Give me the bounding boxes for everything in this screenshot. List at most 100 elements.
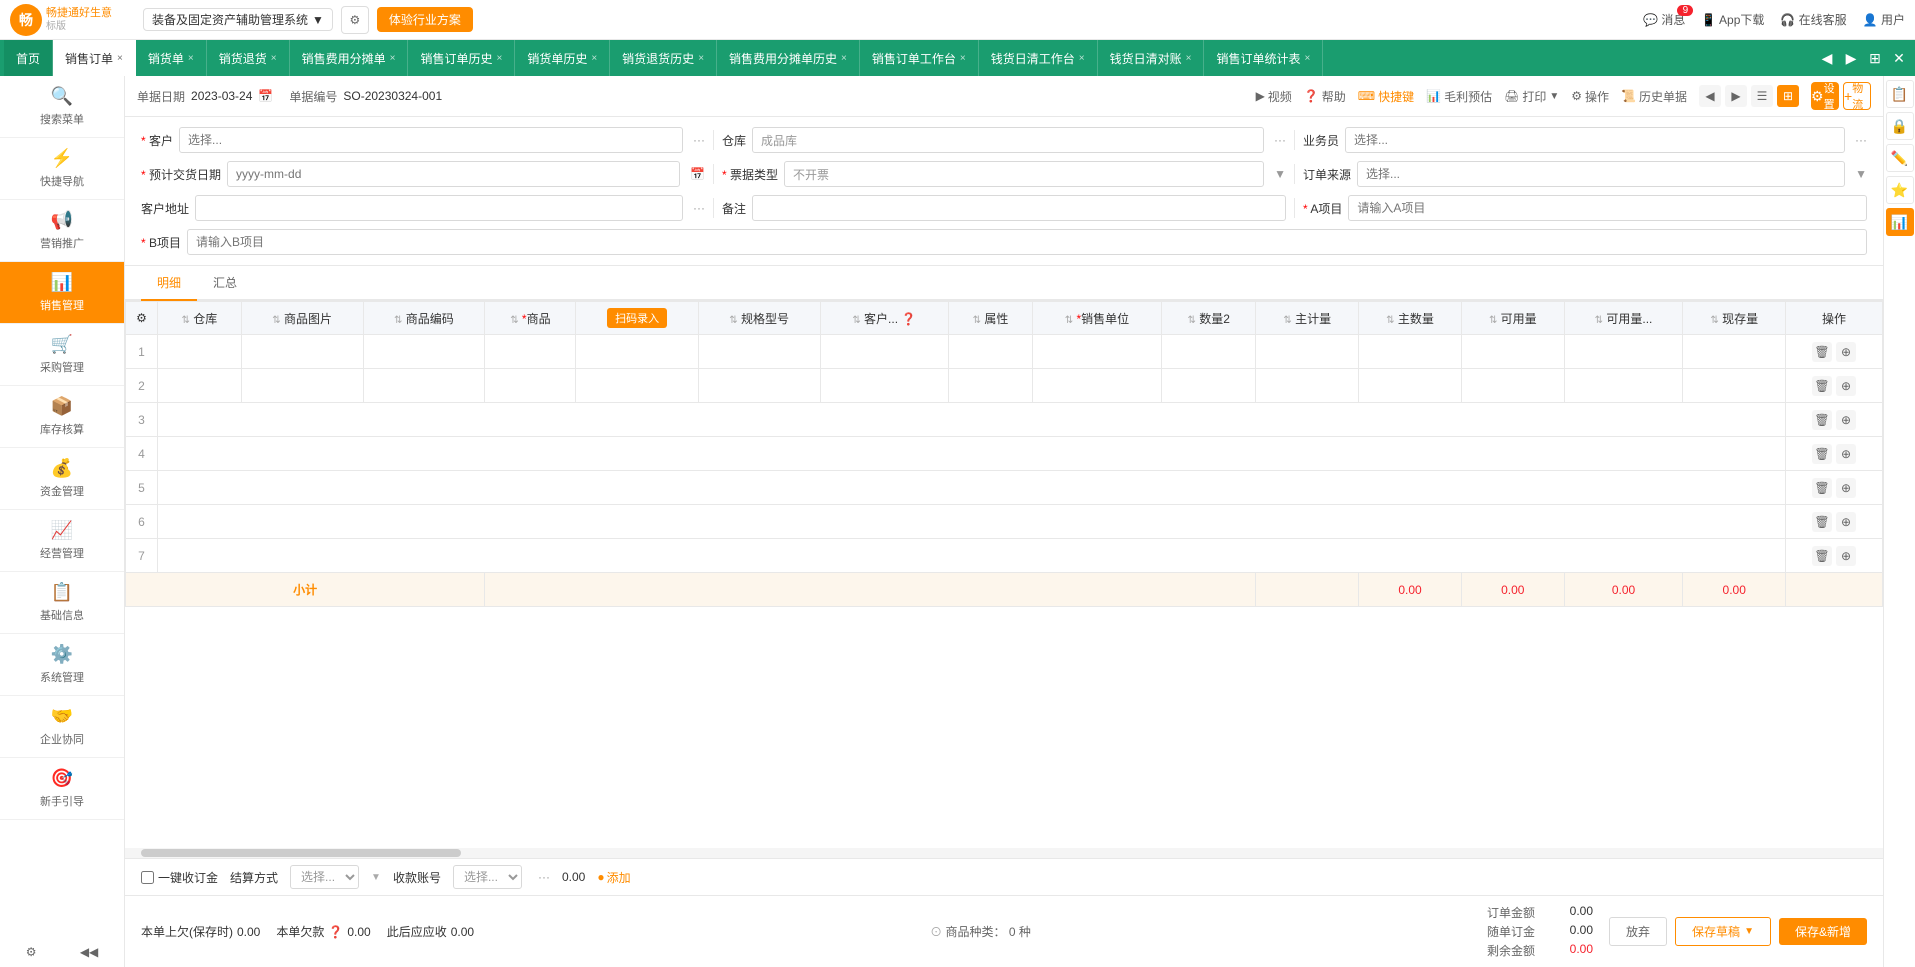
settings-gear-button[interactable]: ⚙: [341, 6, 369, 34]
copy-row-button[interactable]: ⊕: [1836, 478, 1856, 498]
close-icon[interactable]: ×: [496, 53, 502, 64]
chevron-down-icon[interactable]: ▼: [1855, 167, 1867, 181]
tab-daily-workbench[interactable]: 钱货日清工作台 ×: [979, 40, 1098, 76]
salesperson-input[interactable]: [1345, 127, 1845, 153]
sidebar-item-guide[interactable]: 🎯 新手引导: [0, 758, 124, 820]
invoice-type-input[interactable]: [784, 161, 1264, 187]
nav-next-button[interactable]: ▶: [1839, 40, 1863, 76]
row-1-qty2[interactable]: [1162, 335, 1256, 369]
row-1-code[interactable]: [363, 335, 485, 369]
delete-row-button[interactable]: 🗑: [1812, 512, 1832, 532]
delete-row-button[interactable]: 🗑: [1812, 376, 1832, 396]
help-button[interactable]: ❓帮助: [1304, 88, 1346, 105]
online-service-link[interactable]: 🎧 在线客服: [1780, 11, 1846, 28]
salesperson-more-button[interactable]: ···: [1855, 133, 1867, 147]
tab-sales-order-history[interactable]: 销售订单历史 ×: [408, 40, 515, 76]
settings-side-button[interactable]: ⚙ 设置: [1811, 82, 1839, 110]
warehouse-more-button[interactable]: ···: [1274, 133, 1286, 147]
add-payment-button[interactable]: ● 添加: [597, 869, 630, 886]
sidebar-item-inventory[interactable]: 📦 库存核算: [0, 386, 124, 448]
copy-row-button[interactable]: ⊕: [1836, 546, 1856, 566]
row-2-product[interactable]: [485, 369, 576, 403]
grid-view-button[interactable]: ⊞: [1777, 85, 1799, 107]
app-download-link[interactable]: 📱 App下载: [1701, 11, 1764, 28]
copy-row-button[interactable]: ⊕: [1836, 376, 1856, 396]
shortcuts-button[interactable]: ⌨快捷键: [1358, 88, 1414, 105]
save-new-button[interactable]: 保存&新增: [1779, 918, 1867, 945]
next-doc-button[interactable]: ▶: [1725, 85, 1747, 107]
tab-order-workbench[interactable]: 销售订单工作台 ×: [860, 40, 979, 76]
sidebar-item-basic-info[interactable]: 📋 基础信息: [0, 572, 124, 634]
sidebar-expand-button[interactable]: ◀◀: [80, 945, 98, 959]
scrollbar-thumb[interactable]: [141, 849, 461, 857]
close-icon[interactable]: ×: [960, 53, 966, 64]
close-icon[interactable]: ×: [591, 53, 597, 64]
row-2-code[interactable]: [363, 369, 485, 403]
list-view-button[interactable]: ☰: [1751, 85, 1773, 107]
copy-row-button[interactable]: ⊕: [1836, 342, 1856, 362]
sidebar-item-quicknav[interactable]: ⚡ 快捷导航: [0, 138, 124, 200]
close-icon[interactable]: ×: [271, 53, 277, 64]
tab-sales-invoice-history[interactable]: 销货单历史 ×: [515, 40, 610, 76]
a-project-input[interactable]: [1348, 195, 1867, 221]
calendar-icon[interactable]: 📅: [258, 89, 273, 103]
close-icon[interactable]: ×: [188, 53, 194, 64]
close-icon[interactable]: ×: [1186, 53, 1192, 64]
tab-sales-order[interactable]: 销售订单 ×: [53, 40, 136, 76]
col-settings-header[interactable]: ⚙: [126, 302, 158, 335]
row-2-warehouse[interactable]: [158, 369, 242, 403]
system-selector[interactable]: 装备及固定资产辅助管理系统 ▼: [143, 8, 333, 31]
close-icon[interactable]: ×: [117, 53, 123, 64]
row-1-warehouse[interactable]: [158, 335, 242, 369]
one-click-checkbox-input[interactable]: [141, 871, 154, 884]
add-logistics-button[interactable]: + 物流: [1843, 82, 1871, 110]
delete-row-button[interactable]: 🗑: [1812, 410, 1832, 430]
profit-estimate-button[interactable]: 📊毛利预估: [1426, 88, 1492, 105]
calendar-icon[interactable]: 📅: [690, 167, 705, 181]
trial-button[interactable]: 体验行业方案: [377, 7, 473, 32]
delete-row-button[interactable]: 🗑: [1812, 444, 1832, 464]
payment-method-select[interactable]: 选择...: [290, 865, 359, 889]
account-select[interactable]: 选择...: [453, 865, 522, 889]
tab-expense-history[interactable]: 销售费用分摊单历史 ×: [717, 40, 860, 76]
close-icon[interactable]: ×: [390, 53, 396, 64]
col-scan-header[interactable]: 扫码录入: [576, 302, 698, 335]
operations-button[interactable]: ⚙操作: [1571, 88, 1609, 105]
tab-sales-return[interactable]: 销货退货 ×: [207, 40, 290, 76]
right-panel-edit-button[interactable]: ✏️: [1886, 144, 1914, 172]
delete-row-button[interactable]: 🗑: [1812, 546, 1832, 566]
horizontal-scrollbar[interactable]: [141, 848, 1867, 858]
address-more-button[interactable]: ···: [693, 201, 705, 215]
video-button[interactable]: ▶视频: [1256, 88, 1292, 105]
account-more-button[interactable]: ···: [538, 870, 550, 884]
nav-expand-button[interactable]: ⊞: [1863, 40, 1887, 76]
delete-row-button[interactable]: 🗑: [1812, 342, 1832, 362]
close-icon[interactable]: ×: [698, 53, 704, 64]
row-2-spec[interactable]: [698, 369, 820, 403]
row-2-customer-code[interactable]: [820, 369, 949, 403]
tab-detail[interactable]: 明细: [141, 266, 197, 301]
sidebar-item-sales[interactable]: 📊 销售管理: [0, 262, 124, 324]
delete-row-button[interactable]: 🗑: [1812, 478, 1832, 498]
copy-row-button[interactable]: ⊕: [1836, 444, 1856, 464]
remark-input[interactable]: [752, 195, 1286, 221]
close-icon[interactable]: ×: [1079, 53, 1085, 64]
discard-button[interactable]: 放弃: [1609, 917, 1667, 946]
customer-more-button[interactable]: ···: [693, 133, 705, 147]
nav-close-button[interactable]: ✕: [1887, 40, 1911, 76]
tab-home[interactable]: 首页: [4, 40, 53, 76]
sidebar-item-marketing[interactable]: 📢 营销推广: [0, 200, 124, 262]
tab-sales-return-history[interactable]: 销货退货历史 ×: [610, 40, 717, 76]
sidebar-collapse-button[interactable]: ⚙: [26, 945, 37, 959]
sidebar-item-collaboration[interactable]: 🤝 企业协同: [0, 696, 124, 758]
copy-row-button[interactable]: ⊕: [1836, 410, 1856, 430]
row-1-spec[interactable]: [698, 335, 820, 369]
print-button[interactable]: 🖨打印 ▼: [1504, 88, 1559, 105]
right-panel-star-button[interactable]: ⭐: [1886, 176, 1914, 204]
chevron-down-icon[interactable]: ▼: [1274, 167, 1286, 181]
copy-row-button[interactable]: ⊕: [1836, 512, 1856, 532]
history-order-button[interactable]: 📜历史单据: [1621, 88, 1687, 105]
row-2-main-qty[interactable]: [1359, 369, 1462, 403]
tab-statistics[interactable]: 销售订单统计表 ×: [1204, 40, 1323, 76]
sidebar-item-system[interactable]: ⚙️ 系统管理: [0, 634, 124, 696]
